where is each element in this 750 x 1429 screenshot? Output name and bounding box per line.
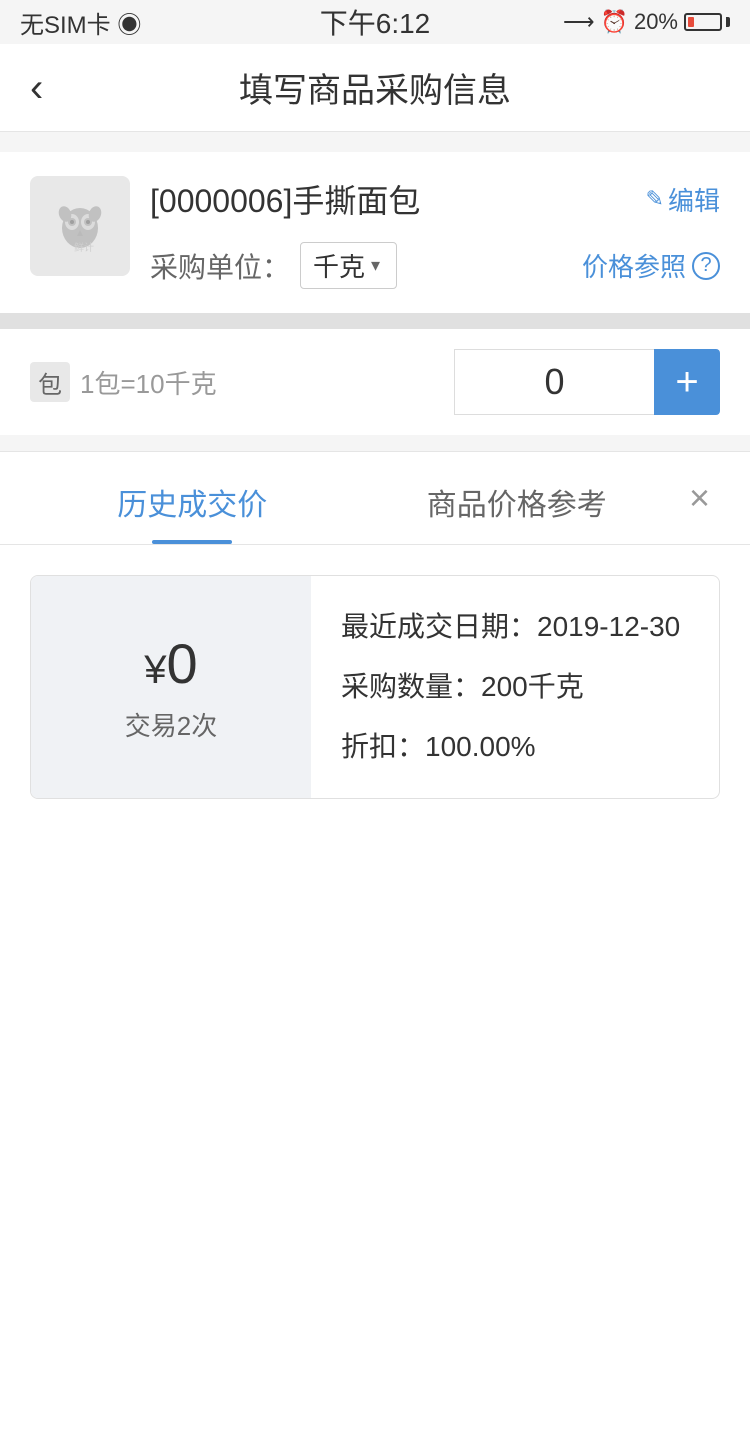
product-title: 手撕面包 bbox=[292, 183, 420, 219]
quantity-input[interactable]: 0 bbox=[454, 349, 654, 415]
status-carrier: 无SIM卡 ◉ bbox=[20, 5, 141, 40]
product-header: 鲜计 [0000006]手撕面包 ✎ 编辑 采购单位： 千克 ▾ bbox=[30, 176, 720, 289]
product-id: [0000006] bbox=[150, 183, 292, 219]
back-button[interactable]: ‹ bbox=[30, 68, 43, 108]
tab-price-ref-label: 商品价格参考 bbox=[427, 489, 607, 522]
unit-box: 包 bbox=[30, 362, 70, 402]
quantity-input-wrap: 0 + bbox=[454, 349, 720, 415]
tab-history-price[interactable]: 历史成交价 bbox=[30, 452, 354, 544]
tab-price-ref[interactable]: 商品价格参考 bbox=[354, 452, 678, 544]
owl-icon: 鲜计 bbox=[50, 196, 110, 256]
edit-button[interactable]: ✎ 编辑 bbox=[646, 181, 720, 218]
product-card: 鲜计 [0000006]手撕面包 ✎ 编辑 采购单位： 千克 ▾ bbox=[0, 152, 750, 313]
price-detail-date-label: 最近成交日期： bbox=[341, 611, 537, 642]
edit-label: 编辑 bbox=[668, 181, 720, 218]
product-title-row: [0000006]手撕面包 ✎ 编辑 bbox=[150, 176, 720, 222]
price-detail-discount-value: 100.00% bbox=[425, 731, 536, 762]
bottom-panel: 历史成交价 商品价格参考 × ¥0 交易2次 最近成交日期：2019-12-30… bbox=[0, 451, 750, 829]
page-title: 填写商品采购信息 bbox=[239, 63, 511, 112]
price-info-card: ¥0 交易2次 最近成交日期：2019-12-30 采购数量：200千克 折扣：… bbox=[30, 575, 720, 799]
status-right: ⟶ ⏰ 20% bbox=[563, 9, 730, 35]
price-detail-discount-label: 折扣： bbox=[341, 731, 425, 762]
product-info: [0000006]手撕面包 ✎ 编辑 采购单位： 千克 ▾ 价格参照 bbox=[150, 176, 720, 289]
price-detail-discount: 折扣：100.00% bbox=[341, 726, 689, 768]
carrier-text: 无SIM卡 ◉ bbox=[20, 5, 141, 40]
quantity-plus-button[interactable]: + bbox=[654, 349, 720, 415]
price-ref-hint-icon: ? bbox=[692, 252, 720, 280]
quantity-unit-info: 包 1包=10千克 bbox=[30, 362, 217, 402]
location-icon: ⟶ bbox=[563, 9, 595, 35]
product-name: [0000006]手撕面包 bbox=[150, 176, 420, 222]
edit-icon: ✎ bbox=[646, 186, 664, 212]
battery-percent: 20% bbox=[634, 9, 678, 35]
tab-history-price-label: 历史成交价 bbox=[117, 489, 267, 522]
price-details: 最近成交日期：2019-12-30 采购数量：200千克 折扣：100.00% bbox=[311, 576, 719, 798]
unit-label: 采购单位： 千克 ▾ bbox=[150, 242, 397, 289]
price-detail-quantity-label: 采购数量： bbox=[341, 671, 481, 702]
price-value: 0 bbox=[167, 632, 198, 695]
unit-label-text: 采购单位： bbox=[150, 246, 290, 286]
price-detail-quantity-value: 200千克 bbox=[481, 671, 584, 702]
price-detail-date: 最近成交日期：2019-12-30 bbox=[341, 606, 689, 648]
price-amount: ¥0 bbox=[144, 631, 197, 696]
alarm-icon: ⏰ bbox=[601, 9, 628, 35]
price-summary: ¥0 交易2次 bbox=[31, 576, 311, 798]
status-bar: 无SIM卡 ◉ 下午6:12 ⟶ ⏰ 20% bbox=[0, 0, 750, 44]
unit-value: 千克 bbox=[313, 247, 365, 284]
unit-conv: 1包=10千克 bbox=[80, 364, 217, 401]
price-detail-quantity: 采购数量：200千克 bbox=[341, 666, 689, 708]
quantity-value: 0 bbox=[544, 361, 564, 403]
price-trade-count: 交易2次 bbox=[125, 706, 217, 743]
unit-select[interactable]: 千克 ▾ bbox=[300, 242, 397, 289]
product-unit-row: 采购单位： 千克 ▾ 价格参照 ? bbox=[150, 242, 720, 289]
nav-bar: ‹ 填写商品采购信息 bbox=[0, 44, 750, 132]
battery-icon bbox=[684, 13, 730, 31]
gray-divider bbox=[0, 313, 750, 329]
page-rest bbox=[0, 829, 750, 1429]
price-info-area: ¥0 交易2次 最近成交日期：2019-12-30 采购数量：200千克 折扣：… bbox=[0, 545, 750, 829]
quantity-row: 包 1包=10千克 0 + bbox=[0, 329, 750, 435]
price-symbol: ¥ bbox=[144, 648, 166, 692]
tabs-row: 历史成交价 商品价格参考 × bbox=[0, 452, 750, 545]
price-ref-hint-text: ? bbox=[700, 254, 711, 277]
product-thumbnail: 鲜计 bbox=[30, 176, 130, 276]
price-ref-label: 价格参照 bbox=[582, 247, 686, 284]
price-ref-button[interactable]: 价格参照 ? bbox=[582, 247, 720, 284]
svg-text:鲜计: 鲜计 bbox=[74, 241, 94, 254]
close-panel-button[interactable]: × bbox=[679, 457, 720, 539]
price-detail-date-value: 2019-12-30 bbox=[537, 611, 680, 642]
status-time: 下午6:12 bbox=[320, 2, 431, 42]
unit-select-arrow-icon: ▾ bbox=[371, 255, 380, 276]
